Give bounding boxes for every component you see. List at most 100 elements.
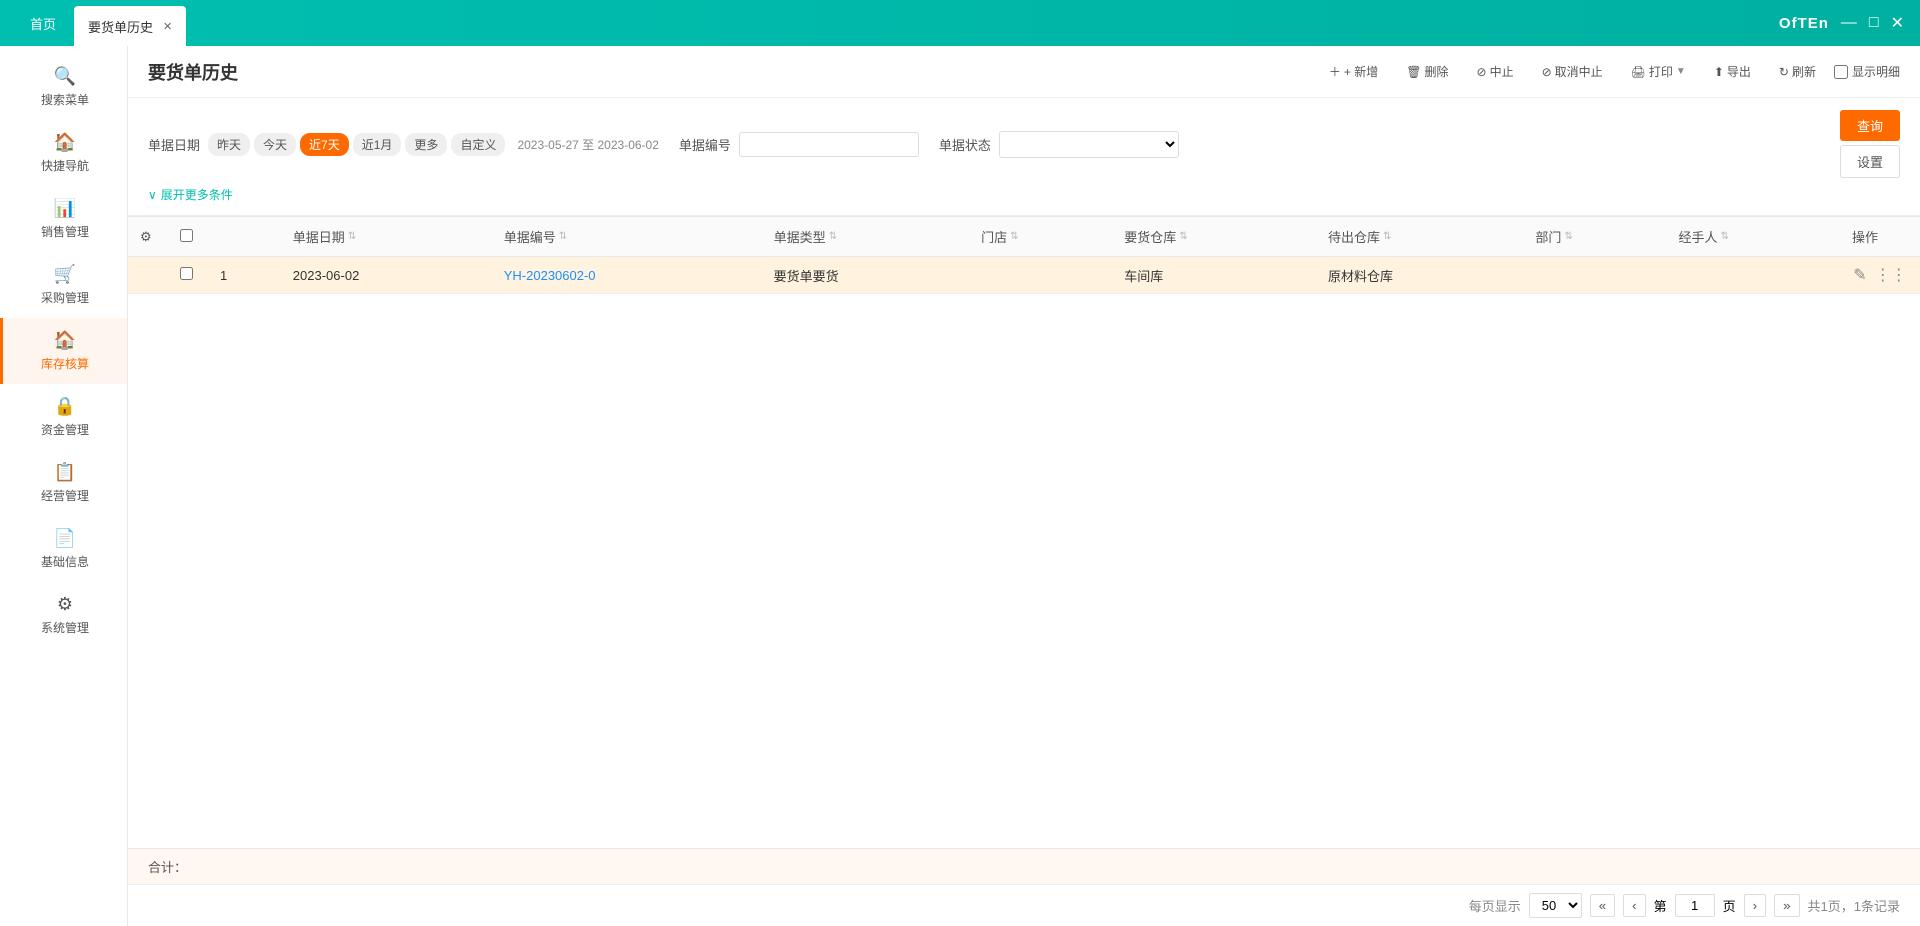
document-icon: 📄 xyxy=(54,528,76,549)
th-pending-warehouse[interactable]: 待出仓库 ⇅ xyxy=(1316,217,1523,257)
sort-orderno-icon: ⇅ xyxy=(559,231,567,242)
query-button[interactable]: 查询 xyxy=(1840,110,1900,141)
th-store[interactable]: 门店 ⇅ xyxy=(969,217,1112,257)
refresh-icon: ↻ xyxy=(1779,65,1789,79)
th-order-no[interactable]: 单据编号 ⇅ xyxy=(492,217,762,257)
print-dropdown-arrow: ▼ xyxy=(1676,66,1686,77)
refresh-button[interactable]: ↻ 刷新 xyxy=(1769,58,1826,85)
sidebar-item-search[interactable]: 🔍 搜索菜单 xyxy=(0,54,127,120)
th-settings[interactable]: ⚙ xyxy=(128,217,168,257)
th-checkbox xyxy=(168,217,208,257)
filter-actions: 查询 设置 xyxy=(1840,110,1900,178)
th-type[interactable]: 单据类型 ⇅ xyxy=(762,217,969,257)
brand-logo: OfTEn xyxy=(1779,15,1829,32)
date-buttons: 昨天 今天 近7天 近1月 更多 自定义 xyxy=(208,133,505,156)
sidebar-item-basic[interactable]: 📄 基础信息 xyxy=(0,516,127,582)
status-select[interactable] xyxy=(999,131,1179,158)
sidebar-item-inventory-label: 库存核算 xyxy=(41,355,89,372)
edit-action-icon[interactable]: ✎ xyxy=(1853,265,1866,285)
page-prefix-label: 第 xyxy=(1654,896,1667,915)
more-action-icon[interactable]: ⋮⋮ xyxy=(1875,265,1907,285)
prev-page-button[interactable]: ‹ xyxy=(1623,894,1645,917)
first-page-button[interactable]: « xyxy=(1590,894,1615,917)
sidebar-item-finance[interactable]: 🔒 资金管理 xyxy=(0,384,127,450)
th-department[interactable]: 部门 ⇅ xyxy=(1523,217,1666,257)
row-checkbox[interactable] xyxy=(180,267,193,280)
td-action: ✎ ⋮⋮ xyxy=(1840,257,1920,294)
th-handler[interactable]: 经手人 ⇅ xyxy=(1667,217,1840,257)
settings-button[interactable]: 设置 xyxy=(1840,145,1900,178)
sidebar-item-purchase-label: 采购管理 xyxy=(41,289,89,306)
th-date[interactable]: 单据日期 ⇅ xyxy=(281,217,492,257)
export-button[interactable]: ⬆ 导出 xyxy=(1704,58,1761,85)
content-area: 要货单历史 ＋ + 新增 🗑 删除 ⊘ 中止 ⊘ xyxy=(128,46,1920,926)
th-num xyxy=(208,217,281,257)
date-btn-last7days[interactable]: 近7天 xyxy=(300,133,349,156)
sort-reqwh-icon: ⇅ xyxy=(1179,231,1187,242)
display-detail-checkbox[interactable] xyxy=(1834,65,1848,79)
sidebar-item-nav[interactable]: 🏠 快捷导航 xyxy=(0,120,127,186)
per-page-select[interactable]: 50 xyxy=(1529,893,1582,918)
stop-icon: ⊘ xyxy=(1477,65,1487,79)
td-date: 2023-06-02 xyxy=(281,257,492,294)
table-header-row: ⚙ 单据日期 ⇅ xyxy=(128,217,1920,257)
page-title: 要货单历史 xyxy=(148,59,238,85)
sidebar-item-operation-label: 经营管理 xyxy=(41,487,89,504)
next-page-button[interactable]: › xyxy=(1744,894,1766,917)
sort-date-icon: ⇅ xyxy=(348,231,356,242)
sort-handler-icon: ⇅ xyxy=(1721,231,1729,242)
minimize-button[interactable]: — xyxy=(1841,14,1857,32)
td-pending-warehouse: 原材料仓库 xyxy=(1316,257,1523,294)
sort-store-icon: ⇅ xyxy=(1010,231,1018,242)
new-button[interactable]: ＋ + 新增 xyxy=(1319,58,1388,85)
sidebar-item-operation[interactable]: 📋 经营管理 xyxy=(0,450,127,516)
table-body: 1 2023-06-02 YH-20230602-0 要货单要货 车间库 原材料… xyxy=(128,257,1920,294)
table-row: 1 2023-06-02 YH-20230602-0 要货单要货 车间库 原材料… xyxy=(128,257,1920,294)
tab-close-icon[interactable]: ✕ xyxy=(163,20,172,33)
date-btn-more[interactable]: 更多 xyxy=(405,133,447,156)
last-page-button[interactable]: » xyxy=(1774,894,1799,917)
tab-history[interactable]: 要货单历史 ✕ xyxy=(74,6,186,46)
page-number-input[interactable] xyxy=(1675,894,1715,917)
close-button[interactable]: ✕ xyxy=(1891,13,1904,33)
order-no-link[interactable]: YH-20230602-0 xyxy=(504,268,596,283)
per-page-label: 每页显示 xyxy=(1469,896,1521,915)
order-no-input[interactable] xyxy=(739,132,919,157)
date-btn-custom[interactable]: 自定义 xyxy=(451,133,505,156)
cancel-stop-button[interactable]: ⊘ 取消中止 xyxy=(1532,58,1613,85)
select-all-checkbox[interactable] xyxy=(180,229,193,242)
cancel-stop-icon: ⊘ xyxy=(1542,65,1552,79)
sidebar-item-system[interactable]: ⚙ 系统管理 xyxy=(0,582,127,648)
expand-more-btn[interactable]: ∨ 展开更多条件 xyxy=(148,186,1900,203)
sidebar-item-sales-label: 销售管理 xyxy=(41,223,89,240)
maximize-button[interactable]: □ xyxy=(1869,14,1879,32)
date-filter-group: 单据日期 昨天 今天 近7天 近1月 更多 自定义 2023-05-27 至 2… xyxy=(148,133,659,156)
order-no-filter-group: 单据编号 xyxy=(679,132,919,157)
sidebar-item-purchase[interactable]: 🛒 采购管理 xyxy=(0,252,127,318)
page-suffix-label: 页 xyxy=(1723,896,1736,915)
gear-icon: ⚙ xyxy=(57,594,73,615)
new-icon: ＋ xyxy=(1329,63,1341,80)
date-btn-yesterday[interactable]: 昨天 xyxy=(208,133,250,156)
sidebar-item-system-label: 系统管理 xyxy=(41,619,89,636)
sort-dept-icon: ⇅ xyxy=(1564,231,1572,242)
data-table: ⚙ 单据日期 ⇅ xyxy=(128,216,1920,294)
th-action: 操作 xyxy=(1840,217,1920,257)
stop-button[interactable]: ⊘ 中止 xyxy=(1467,58,1524,85)
delete-button[interactable]: 🗑 删除 xyxy=(1396,58,1458,85)
display-detail-toggle[interactable]: 显示明细 xyxy=(1834,63,1900,80)
date-btn-last1month[interactable]: 近1月 xyxy=(353,133,402,156)
filter-area: 单据日期 昨天 今天 近7天 近1月 更多 自定义 2023-05-27 至 2… xyxy=(128,98,1920,216)
date-btn-today[interactable]: 今天 xyxy=(254,133,296,156)
page-header: 要货单历史 ＋ + 新增 🗑 删除 ⊘ 中止 ⊘ xyxy=(128,46,1920,98)
sidebar-item-inventory[interactable]: 🏠 库存核算 xyxy=(0,318,127,384)
sidebar-item-sales[interactable]: 📊 销售管理 xyxy=(0,186,127,252)
home-tab-label: 首页 xyxy=(30,14,56,33)
sidebar-item-nav-label: 快捷导航 xyxy=(41,157,89,174)
print-button[interactable]: 🖨 打印 ▼ xyxy=(1621,58,1696,85)
home-icon: 🏠 xyxy=(54,132,76,153)
td-order-no[interactable]: YH-20230602-0 xyxy=(492,257,762,294)
tab-home[interactable]: 首页 xyxy=(16,6,70,40)
th-req-warehouse[interactable]: 要货仓库 ⇅ xyxy=(1112,217,1316,257)
main-area: 🔍 搜索菜单 🏠 快捷导航 📊 销售管理 🛒 采购管理 🏠 库存核算 🔒 xyxy=(0,46,1920,926)
